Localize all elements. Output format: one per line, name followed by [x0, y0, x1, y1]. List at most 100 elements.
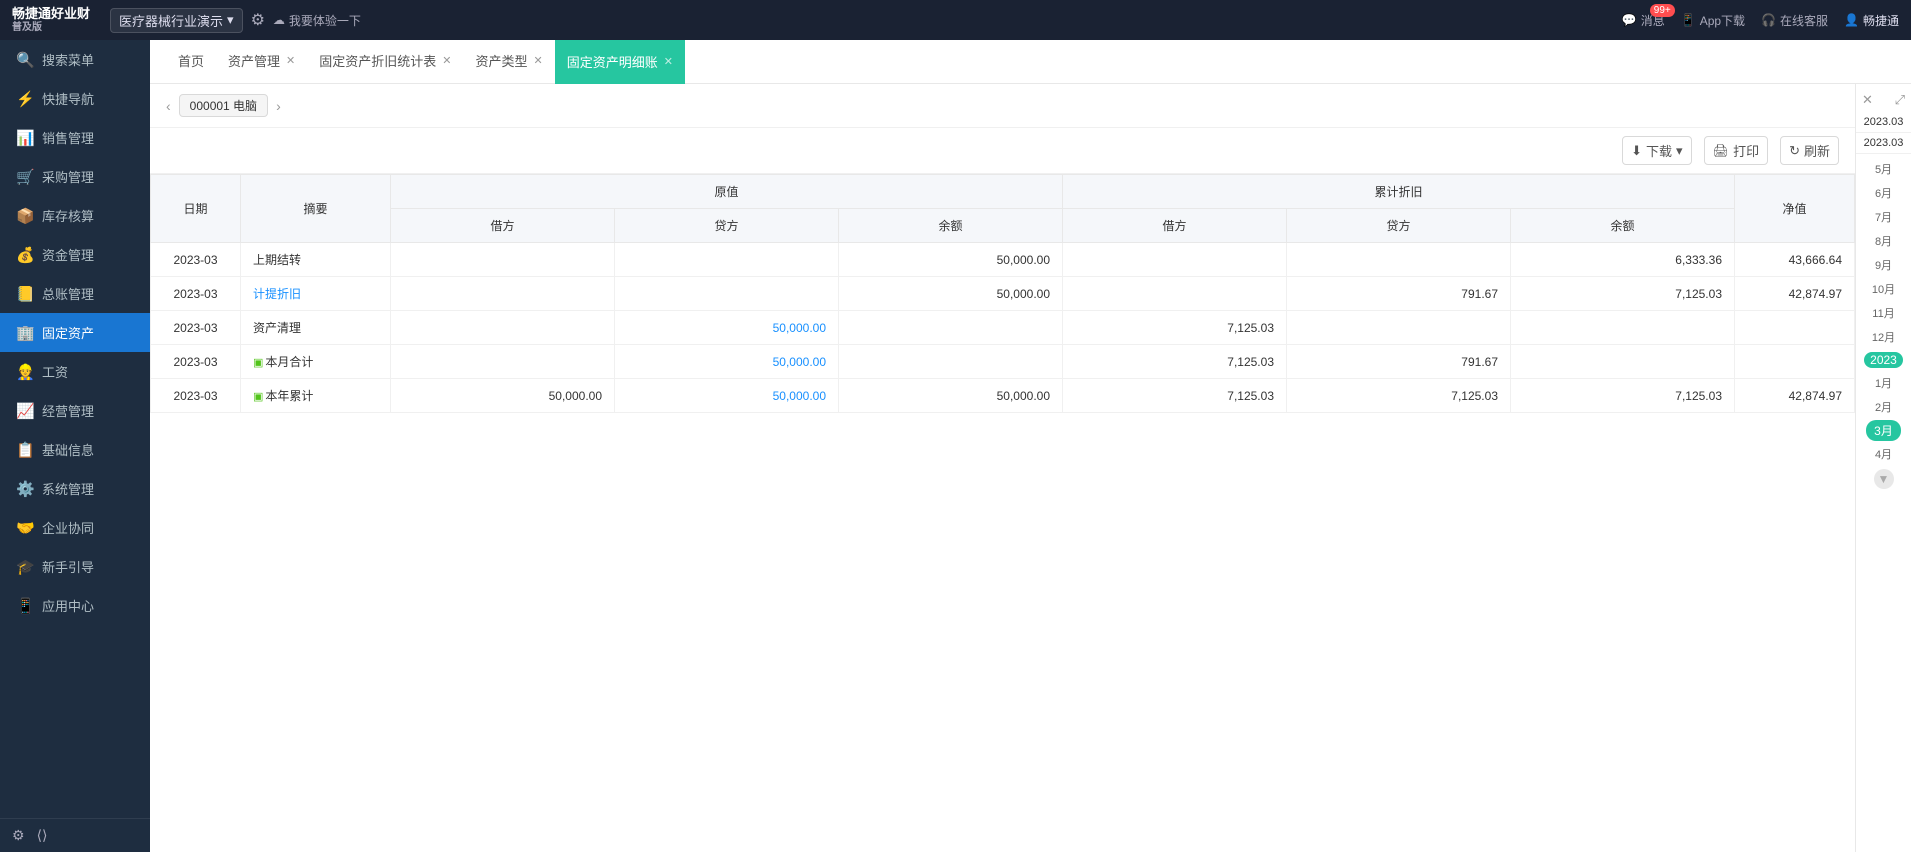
tab-0[interactable]: 首页 [166, 40, 216, 84]
summary-link[interactable]: 计提折旧 [253, 287, 301, 301]
tab-3[interactable]: 资产类型✕ [463, 40, 554, 84]
sidebar-item-1[interactable]: ⚡快捷导航 [0, 79, 150, 118]
nav-icon-10: 📋 [16, 441, 34, 459]
sidebar-item-2[interactable]: 📊销售管理 [0, 118, 150, 157]
timeline-month[interactable]: 7月 [1875, 206, 1892, 228]
timeline-month-2月[interactable]: 2月 [1875, 396, 1892, 418]
timeline-month[interactable]: 11月 [1872, 302, 1894, 324]
sidebar-item-6[interactable]: 📒总账管理 [0, 274, 150, 313]
settings-bottom-icon[interactable]: ⚙ [12, 827, 25, 844]
tab-1[interactable]: 资产管理✕ [216, 40, 307, 84]
collapse-icon[interactable]: ⟨⟩ [37, 827, 48, 844]
col-orig-credit: 贷方 [615, 209, 839, 243]
messages-button[interactable]: 💬 消息 99+ [1622, 12, 1665, 29]
app-logo: 畅捷通好业财 普及版 [12, 6, 90, 34]
close-right-panel-icon[interactable]: ✕ [1862, 92, 1873, 108]
tab-2[interactable]: 固定资产折旧统计表✕ [307, 40, 463, 84]
tab-close-1[interactable]: ✕ [286, 54, 295, 67]
customer-service-button[interactable]: 🎧 在线客服 [1761, 12, 1828, 29]
settings-icon[interactable]: ⚙ [251, 10, 265, 30]
expand-right-panel-icon[interactable]: ⤢ [1895, 92, 1905, 108]
timeline-month[interactable]: 12月 [1872, 326, 1895, 348]
cell-orig-credit[interactable]: 50,000.00 [615, 345, 839, 379]
next-asset-button[interactable]: › [276, 98, 281, 114]
tab-close-4[interactable]: ✕ [664, 55, 673, 68]
cell-acc-debit: 7,125.03 [1063, 311, 1287, 345]
sidebar-item-4[interactable]: 📦库存核算 [0, 196, 150, 235]
cell-acc-debit: 7,125.03 [1063, 379, 1287, 413]
print-button[interactable]: 🖨 打印 [1704, 136, 1769, 165]
cell-net-value: 42,874.97 [1735, 277, 1855, 311]
timeline-month[interactable]: 5月 [1875, 158, 1892, 180]
timeline-month[interactable]: 8月 [1875, 230, 1892, 252]
cell-orig-credit[interactable]: 50,000.00 [615, 311, 839, 345]
toolbar: ⬇ 下载 ▾ 🖨 打印 ↻ 刷新 [150, 128, 1855, 174]
sidebar-item-5[interactable]: 💰资金管理 [0, 235, 150, 274]
col-acc-balance: 余额 [1511, 209, 1735, 243]
sidebar-nav: 🔍搜索菜单⚡快捷导航📊销售管理🛒采购管理📦库存核算💰资金管理📒总账管理🏢固定资产… [0, 40, 150, 818]
experience-button[interactable]: ☁ 我要体验一下 [273, 12, 361, 29]
sidebar-item-0[interactable]: 🔍搜索菜单 [0, 40, 150, 79]
nav-icon-2: 📊 [16, 129, 34, 147]
timeline-month[interactable]: 9月 [1875, 254, 1892, 276]
cell-acc-credit: 791.67 [1287, 345, 1511, 379]
sidebar-item-9[interactable]: 📈经营管理 [0, 391, 150, 430]
timeline-month[interactable]: 6月 [1875, 182, 1892, 204]
nav-icon-7: 🏢 [16, 324, 34, 342]
cell-acc-debit [1063, 243, 1287, 277]
col-acc-debit: 借方 [1063, 209, 1287, 243]
cell-orig-credit[interactable]: 50,000.00 [615, 379, 839, 413]
refresh-button[interactable]: ↻ 刷新 [1780, 136, 1839, 165]
sidebar-item-7[interactable]: 🏢固定资产 [0, 313, 150, 352]
timeline-month-3月[interactable]: 3月 [1866, 420, 1901, 441]
service-icon: 🎧 [1761, 13, 1776, 27]
cell-summary: ▣本年累计 [241, 379, 391, 413]
right-panel-date-top2: 2023.03 [1856, 133, 1911, 154]
cell-orig-debit: 50,000.00 [391, 379, 615, 413]
cell-orig-debit [391, 243, 615, 277]
company-selector[interactable]: 医疗器械行业演示 ▾ [110, 8, 243, 33]
cell-date: 2023-03 [151, 277, 241, 311]
nav-icon-11: ⚙️ [16, 480, 34, 498]
nav-icon-12: 🤝 [16, 519, 34, 537]
tab-close-3[interactable]: ✕ [534, 54, 543, 67]
cell-orig-debit [391, 277, 615, 311]
col-summary: 摘要 [241, 175, 391, 243]
tab-close-2[interactable]: ✕ [442, 54, 451, 67]
sidebar-item-10[interactable]: 📋基础信息 [0, 430, 150, 469]
asset-code-badge[interactable]: 000001 电脑 [179, 94, 268, 117]
cell-acc-credit [1287, 311, 1511, 345]
timeline-nav-down[interactable]: ▼ [1872, 467, 1896, 491]
cell-acc-balance: 7,125.03 [1511, 277, 1735, 311]
download-app-button[interactable]: 📱 App下载 [1681, 12, 1745, 29]
col-orig-balance: 余额 [839, 209, 1063, 243]
timeline-month-1月[interactable]: 1月 [1875, 372, 1892, 394]
sidebar-item-12[interactable]: 🤝企业协同 [0, 508, 150, 547]
download-button[interactable]: ⬇ 下载 ▾ [1622, 136, 1691, 165]
nav-icon-8: 👷 [16, 363, 34, 381]
cell-orig-credit [615, 243, 839, 277]
download-icon: ⬇ [1631, 143, 1642, 159]
timeline-month[interactable]: 10月 [1872, 278, 1895, 300]
user-menu[interactable]: 👤 畅捷通 [1844, 12, 1899, 29]
table-row: 2023-03 ▣本月合计 50,000.00 7,125.03 791.67 [151, 345, 1855, 379]
tabs-bar: 首页资产管理✕固定资产折旧统计表✕资产类型✕固定资产明细账✕ [150, 40, 1911, 84]
timeline-year-2023[interactable]: 2023 [1856, 350, 1911, 370]
tab-4[interactable]: 固定资产明细账✕ [555, 40, 685, 84]
sidebar-item-3[interactable]: 🛒采购管理 [0, 157, 150, 196]
cell-summary: ▣本月合计 [241, 345, 391, 379]
sidebar-item-8[interactable]: 👷工资 [0, 352, 150, 391]
cell-summary: 计提折旧 [241, 277, 391, 311]
cell-orig-debit [391, 311, 615, 345]
sidebar-item-11[interactable]: ⚙️系统管理 [0, 469, 150, 508]
timeline-month-4月[interactable]: 4月 [1875, 443, 1892, 465]
sidebar-item-13[interactable]: 🎓新手引导 [0, 547, 150, 586]
col-date: 日期 [151, 175, 241, 243]
prev-asset-button[interactable]: ‹ [166, 98, 171, 114]
cell-orig-balance: 50,000.00 [839, 277, 1063, 311]
topbar-right: 💬 消息 99+ 📱 App下载 🎧 在线客服 👤 畅捷通 [1622, 12, 1899, 29]
sidebar-item-14[interactable]: 📱应用中心 [0, 586, 150, 625]
cell-acc-balance: 7,125.03 [1511, 379, 1735, 413]
cell-net-value [1735, 345, 1855, 379]
page-content: ‹ 000001 电脑 › ⬇ 下载 ▾ 🖨 打印 [150, 84, 1911, 852]
